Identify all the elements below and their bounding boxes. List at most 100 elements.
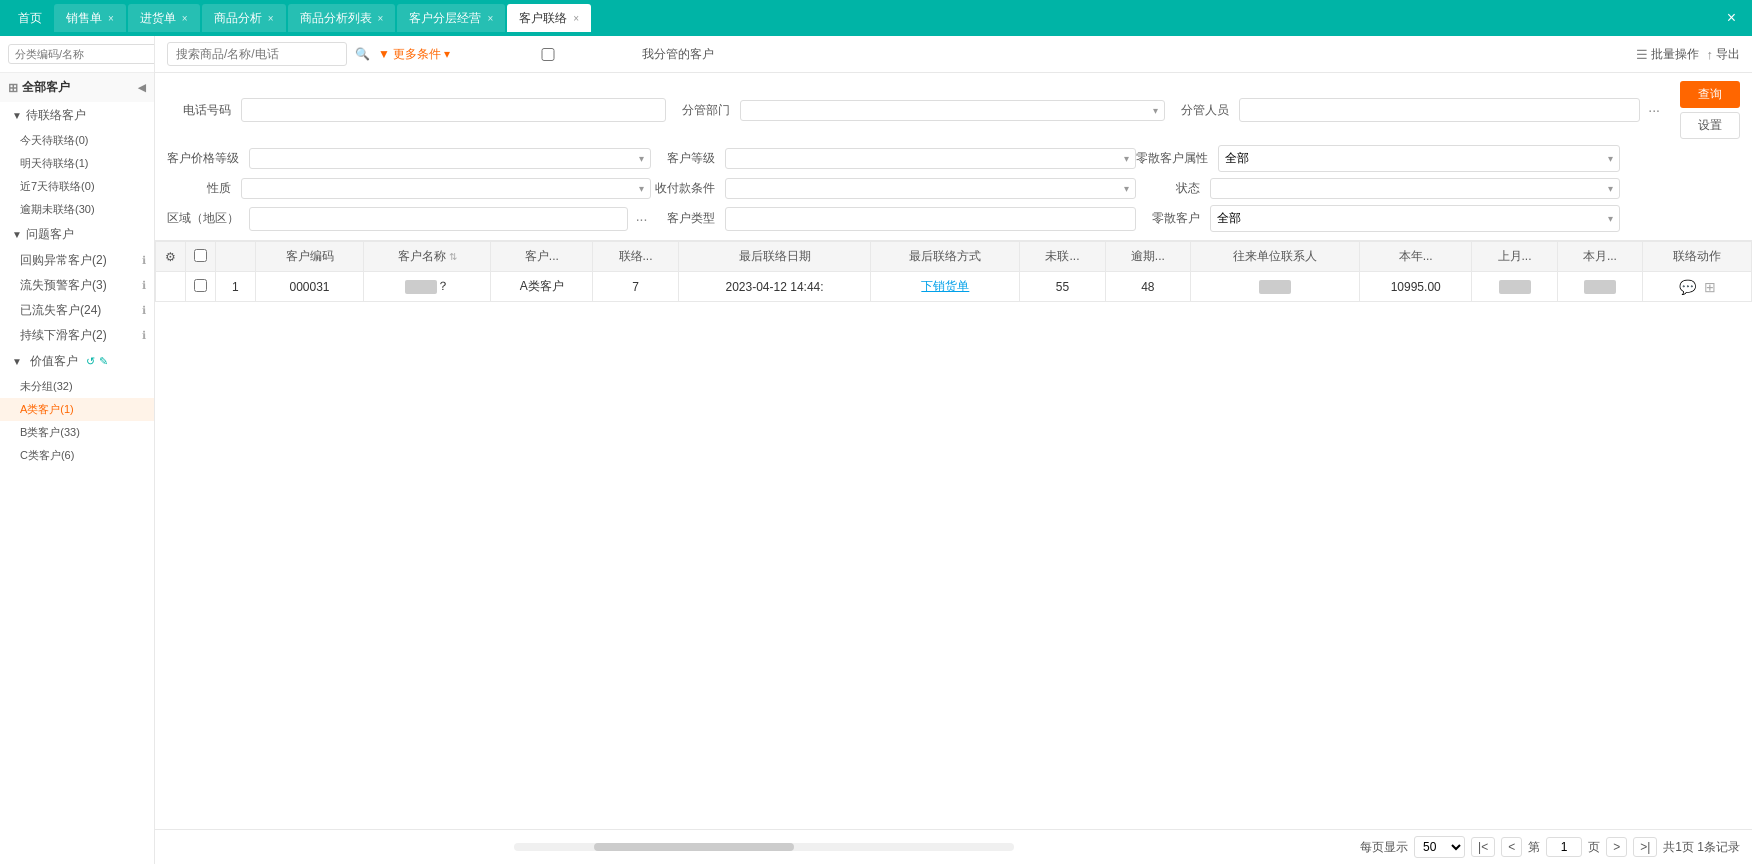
filter-label-region: 区域（地区） bbox=[167, 210, 245, 227]
sidebar-item-declining[interactable]: 持续下滑客户(2) ℹ bbox=[0, 323, 154, 348]
col-contact: 联络... bbox=[593, 242, 678, 272]
filter-select-price-level[interactable]: ▾ bbox=[249, 148, 651, 169]
grid-icon-action[interactable]: ⊞ bbox=[1704, 279, 1716, 295]
cell-this-month bbox=[1557, 272, 1642, 302]
more-conditions-btn[interactable]: ▼ 更多条件 ▾ bbox=[378, 46, 450, 63]
sidebar-group-pending[interactable]: ▼ 待联络客户 bbox=[0, 102, 154, 129]
info-icon-2: ℹ bbox=[142, 279, 146, 292]
sidebar-item-class-a[interactable]: A类客户(1) bbox=[0, 398, 154, 421]
my-customers-checkbox[interactable] bbox=[458, 48, 638, 61]
filter-select-status[interactable]: ▾ bbox=[1210, 178, 1620, 199]
filter-input-cust-type[interactable] bbox=[725, 207, 1135, 231]
sidebar-item-overdue[interactable]: 逾期未联络(30) bbox=[0, 198, 154, 221]
chevron-down-icon-status: ▾ bbox=[1608, 183, 1613, 194]
cell-cust-name: ？ bbox=[364, 272, 491, 302]
filter-select-retail[interactable]: 全部 ▾ bbox=[1210, 205, 1620, 232]
filter-select-cust-level[interactable]: ▾ bbox=[725, 148, 1135, 169]
sidebar-search-input[interactable] bbox=[8, 44, 155, 64]
cell-no: 1 bbox=[216, 272, 256, 302]
last-page-btn[interactable]: >| bbox=[1633, 837, 1657, 857]
settings-btn[interactable]: 设置 bbox=[1680, 112, 1740, 139]
select-all-checkbox[interactable] bbox=[194, 249, 207, 262]
col-sort-code[interactable] bbox=[359, 242, 363, 271]
first-page-btn[interactable]: |< bbox=[1471, 837, 1495, 857]
collapse-icon[interactable]: ◀ bbox=[138, 82, 146, 93]
nav-tab-customer-contact[interactable]: 客户联络 × bbox=[507, 4, 591, 32]
page-input[interactable] bbox=[1546, 837, 1582, 857]
sidebar: 🔍 ⊞ 全部客户 ◀ ▼ 待联络客户 今天待联络(0) 明天待联络(1) 近7天… bbox=[0, 36, 155, 864]
nav-tab-analysis-close[interactable]: × bbox=[268, 13, 274, 24]
nav-tab-customer-segment[interactable]: 客户分层经营 × bbox=[397, 4, 505, 32]
nav-tab-customer-contact-close[interactable]: × bbox=[573, 13, 579, 24]
chevron-down-icon-price: ▾ bbox=[639, 153, 644, 164]
more-dots-person[interactable]: ··· bbox=[1644, 102, 1664, 118]
filter-select-retail-attr[interactable]: 全部 ▾ bbox=[1218, 145, 1620, 172]
sidebar-group-pending-label: 待联络客户 bbox=[26, 107, 86, 124]
filter-cell-person: 分管人员 ··· bbox=[1165, 98, 1664, 122]
sidebar-item-ungrouped[interactable]: 未分组(32) bbox=[0, 375, 154, 398]
nav-home[interactable]: 首页 bbox=[8, 4, 52, 32]
sidebar-all-customers[interactable]: ⊞ 全部客户 ◀ bbox=[0, 73, 154, 102]
nav-tab-customer-contact-label: 客户联络 bbox=[519, 10, 567, 27]
chat-icon[interactable]: 💬 bbox=[1679, 279, 1696, 295]
filter-label-cust-level: 客户等级 bbox=[651, 150, 721, 167]
batch-op-btn[interactable]: ☰ 批量操作 bbox=[1636, 46, 1699, 63]
nav-tab-purchase[interactable]: 进货单 × bbox=[128, 4, 200, 32]
sidebar-item-7days[interactable]: 近7天待联络(0) bbox=[0, 175, 154, 198]
sidebar-item-repurchase-anomaly[interactable]: 回购异常客户(2) ℹ bbox=[0, 248, 154, 273]
nav-tab-sales[interactable]: 销售单 × bbox=[54, 4, 126, 32]
prev-page-btn[interactable]: < bbox=[1501, 837, 1522, 857]
col-gear[interactable]: ⚙ bbox=[156, 242, 186, 272]
sidebar-item-churned[interactable]: 已流失客户(24) ℹ bbox=[0, 298, 154, 323]
filter-input-region[interactable] bbox=[249, 207, 628, 231]
sidebar-item-class-c[interactable]: C类客户(6) bbox=[0, 444, 154, 467]
nav-tab-purchase-close[interactable]: × bbox=[182, 13, 188, 24]
h-scrollbar-thumb[interactable] bbox=[594, 843, 794, 851]
chevron-down-icon-payment: ▾ bbox=[1124, 183, 1129, 194]
page-size-select[interactable]: 50 100 200 bbox=[1414, 836, 1465, 858]
search-input[interactable] bbox=[167, 42, 347, 66]
page-end-label: 页 bbox=[1588, 839, 1600, 856]
sidebar-item-tomorrow[interactable]: 明天待联络(1) bbox=[0, 152, 154, 175]
more-dots-region[interactable]: ··· bbox=[632, 211, 652, 227]
export-btn[interactable]: ↑ 导出 bbox=[1707, 46, 1741, 63]
table-container: ⚙ 客户编码 客户名称 ⇅ 客户... bbox=[155, 241, 1752, 829]
filter-cell-nature: 性质 ▾ bbox=[167, 178, 651, 199]
filter-select-nature[interactable]: ▾ bbox=[241, 178, 651, 199]
chevron-down-icon: ▾ bbox=[444, 47, 450, 61]
sidebar-group-problem[interactable]: ▼ 问题客户 bbox=[0, 221, 154, 248]
my-customers-checkbox-label[interactable]: 我分管的客户 bbox=[458, 46, 714, 63]
search-icon[interactable]: 🔍 bbox=[355, 47, 370, 61]
window-close-icon[interactable]: × bbox=[1719, 9, 1744, 27]
cust-name-placeholder bbox=[405, 280, 437, 294]
sidebar-item-class-b[interactable]: B类客户(33) bbox=[0, 421, 154, 444]
next-page-btn[interactable]: > bbox=[1606, 837, 1627, 857]
sidebar-item-today[interactable]: 今天待联络(0) bbox=[0, 129, 154, 152]
more-conditions-label: 更多条件 bbox=[393, 46, 441, 63]
h-scrollbar[interactable] bbox=[514, 843, 1014, 851]
last-contact-method-link[interactable]: 下销货单 bbox=[921, 279, 969, 293]
nav-tab-analysis-list[interactable]: 商品分析列表 × bbox=[288, 4, 396, 32]
export-icon: ↑ bbox=[1707, 47, 1714, 62]
sidebar-search-area: 🔍 bbox=[0, 36, 154, 73]
filter-label-nature: 性质 bbox=[167, 180, 237, 197]
sidebar-group-value[interactable]: ▼ 价值客户 ↺ ✎ bbox=[0, 348, 154, 375]
last-month-placeholder bbox=[1499, 280, 1531, 294]
filter-input-phone[interactable] bbox=[241, 98, 666, 122]
sidebar-item-churn-warning[interactable]: 流失预警客户(3) ℹ bbox=[0, 273, 154, 298]
filter-select-payment[interactable]: ▾ bbox=[725, 178, 1135, 199]
nav-tab-analysis-list-close[interactable]: × bbox=[378, 13, 384, 24]
nav-tab-sales-close[interactable]: × bbox=[108, 13, 114, 24]
refresh-icon[interactable]: ↺ bbox=[86, 355, 95, 368]
filter-input-person[interactable] bbox=[1239, 98, 1640, 122]
row-checkbox[interactable] bbox=[194, 279, 207, 292]
filter-label-retail: 零散客户 bbox=[1136, 210, 1206, 227]
grid-icon: ⊞ bbox=[8, 81, 18, 95]
filter-select-dept[interactable]: ▾ bbox=[740, 100, 1165, 121]
nav-tab-customer-segment-close[interactable]: × bbox=[487, 13, 493, 24]
query-btn[interactable]: 查询 bbox=[1680, 81, 1740, 108]
cell-last-contact-date: 2023-04-12 14:44: bbox=[678, 272, 871, 302]
nav-tab-analysis[interactable]: 商品分析 × bbox=[202, 4, 286, 32]
edit-icon[interactable]: ✎ bbox=[99, 355, 108, 368]
col-no bbox=[216, 242, 256, 272]
